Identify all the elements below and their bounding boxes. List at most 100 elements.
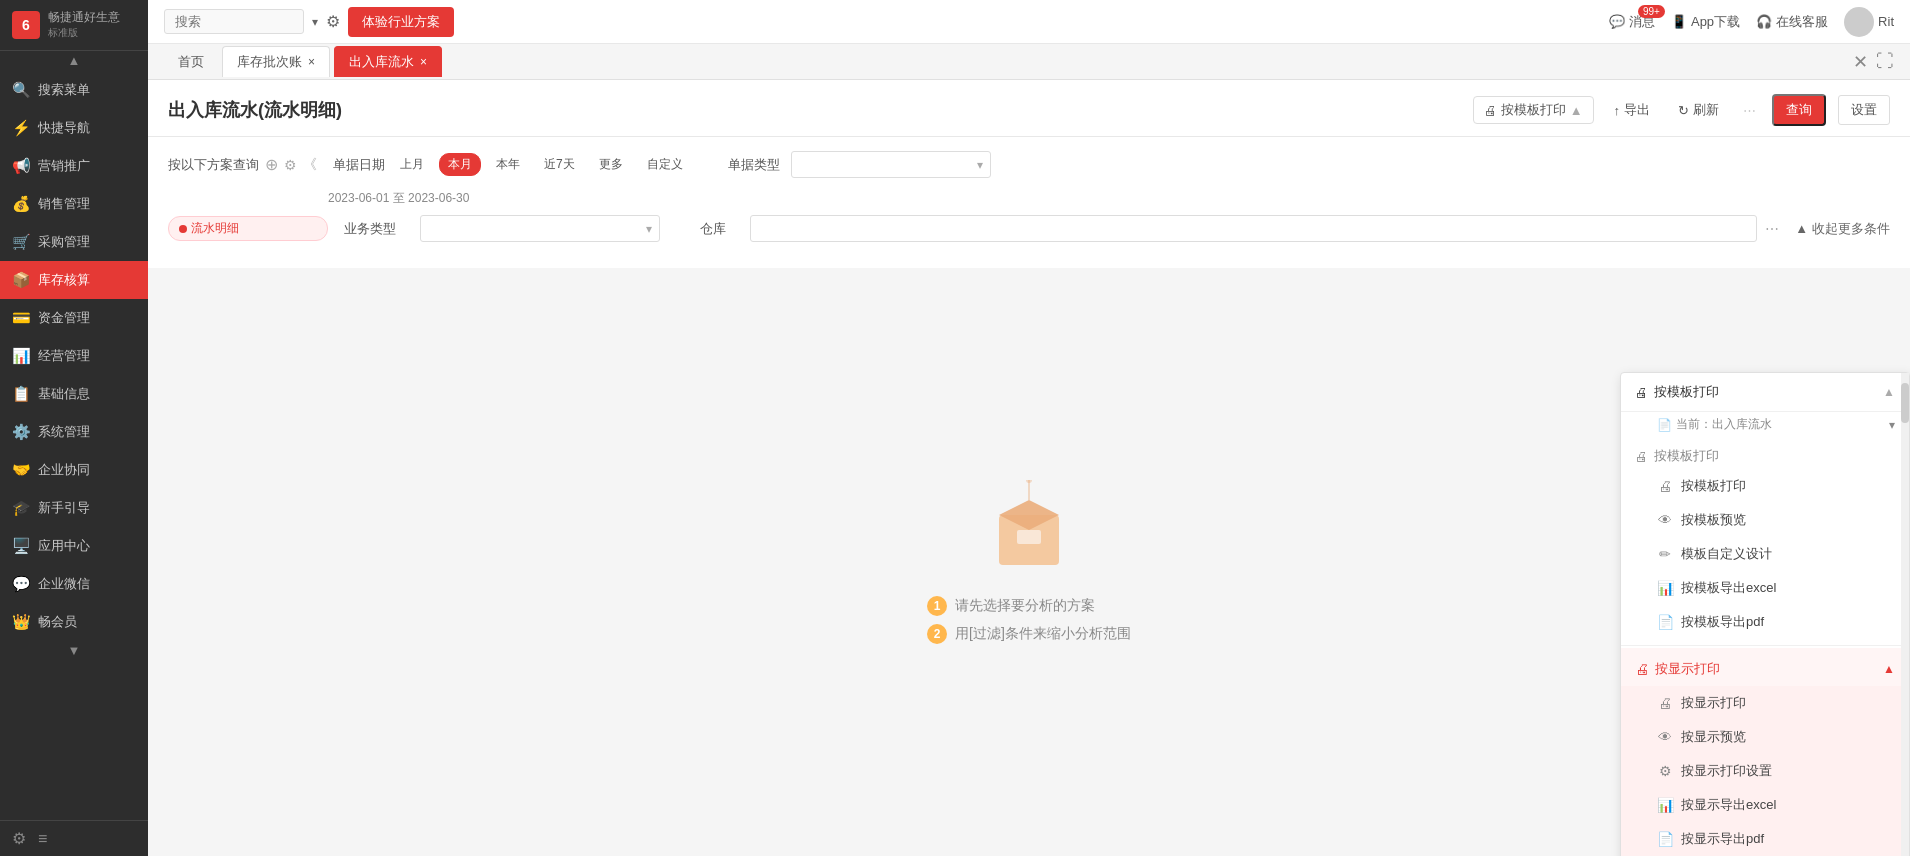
template-export-excel-item[interactable]: 📊 按模板导出excel	[1621, 571, 1909, 605]
doc-type-filter: 单据类型 ▾	[728, 151, 1890, 178]
template-export-pdf-item[interactable]: 📄 按模板导出pdf	[1621, 605, 1909, 639]
corp-icon: 🤝	[12, 461, 30, 479]
tab-batch-close-icon[interactable]: ×	[308, 55, 315, 69]
sidebar-scroll-down[interactable]: ▼	[0, 641, 148, 661]
inventory-icon: 📦	[12, 271, 30, 289]
bottom-menu-icon[interactable]: ≡	[38, 830, 47, 848]
user-avatar	[1844, 7, 1874, 37]
date-btn-this-month[interactable]: 本月	[439, 153, 481, 176]
app-download-button[interactable]: 📱 App下载	[1671, 13, 1740, 31]
sidebar-item-label: 基础信息	[38, 385, 90, 403]
trial-button[interactable]: 体验行业方案	[348, 7, 454, 37]
filter-collapse-icon[interactable]: 《	[303, 156, 317, 174]
date-btn-last-month[interactable]: 上月	[391, 152, 433, 177]
refresh-button[interactable]: ↻ 刷新	[1670, 97, 1727, 123]
sidebar-item-label: 系统管理	[38, 423, 90, 441]
sidebar-item-app-center[interactable]: 🖥️ 应用中心	[0, 527, 148, 565]
dropdown-collapse-icon[interactable]: ▲	[1883, 385, 1895, 399]
guide-icon: 🎓	[12, 499, 30, 517]
sidebar-item-inventory[interactable]: 📦 库存核算	[0, 261, 148, 299]
sidebar-item-purchase[interactable]: 🛒 采购管理	[0, 223, 148, 261]
sidebar-item-corp[interactable]: 🤝 企业协同	[0, 451, 148, 489]
page-actions: 🖨 按模板打印 ▲ ↑ 导出 ↻ 刷新 ⋯ 查询 设置	[1473, 94, 1890, 126]
filter-area: 按以下方案查询 ⊕ ⚙ 《 单据日期 上月 本月 本年 近7天 更多 自定义 单…	[148, 137, 1910, 268]
export-button[interactable]: ↑ 导出	[1606, 97, 1659, 123]
print-arrow-up-icon: ▲	[1570, 103, 1583, 118]
sidebar-item-sales[interactable]: 💰 销售管理	[0, 185, 148, 223]
page-title-row: 出入库流水(流水明细) 🖨 按模板打印 ▲ ↑ 导出 ↻ 刷新	[168, 94, 1890, 126]
tab-close-all-icon[interactable]: ✕	[1853, 51, 1868, 73]
date-btn-more[interactable]: 更多	[590, 152, 632, 177]
date-btn-this-year[interactable]: 本年	[487, 152, 529, 177]
print-template-button[interactable]: 🖨 按模板打印 ▲	[1473, 96, 1594, 124]
filter-add-icon[interactable]: ⊕	[265, 155, 278, 174]
collapse-button[interactable]: ▲ 收起更多条件	[1795, 220, 1890, 238]
template-preview-item[interactable]: 👁 按模板预览	[1621, 503, 1909, 537]
message-badge: 99+	[1638, 5, 1665, 18]
tab-bar-actions: ✕ ⛶	[1853, 51, 1894, 73]
topbar-search-input[interactable]	[164, 9, 304, 34]
empty-state-icon	[979, 480, 1079, 580]
print-dropdown-panel: 🖨 按模板打印 ▲ 📄 当前：出入库流水 ▾ 🖨 按	[1620, 372, 1910, 856]
sidebar-item-operations[interactable]: 📊 经营管理	[0, 337, 148, 375]
svg-point-4	[1026, 480, 1032, 483]
query-button[interactable]: 查询	[1772, 94, 1826, 126]
sidebar-item-wechat[interactable]: 💬 企业微信	[0, 565, 148, 603]
sidebar-item-system[interactable]: ⚙️ 系统管理	[0, 413, 148, 451]
sidebar-item-label: 资金管理	[38, 309, 90, 327]
filter-settings-icon[interactable]: ⚙	[284, 157, 297, 173]
display-print-item[interactable]: 🖨 按显示打印	[1621, 686, 1909, 720]
tab-batch[interactable]: 库存批次账 ×	[222, 46, 330, 77]
user-avatar-area[interactable]: Rit	[1844, 7, 1894, 37]
sidebar-item-finance[interactable]: 💳 资金管理	[0, 299, 148, 337]
tab-flow-close-icon[interactable]: ×	[420, 55, 427, 69]
display-export-excel-item[interactable]: 📊 按显示导出excel	[1621, 788, 1909, 822]
sidebar-item-label: 经营管理	[38, 347, 90, 365]
sidebar-scroll-up[interactable]: ▲	[0, 51, 148, 71]
display-export-pdf-item[interactable]: 📄 按显示导出pdf	[1621, 822, 1909, 856]
shortcuts-icon: ⚡	[12, 119, 30, 137]
date-btn-7days[interactable]: 近7天	[535, 152, 584, 177]
empty-hint-1: 1 请先选择要分析的方案	[927, 596, 1131, 616]
brand-edition: 标准版	[48, 26, 120, 40]
tab-flow[interactable]: 出入库流水 ×	[334, 46, 442, 77]
topbar-left: ▾ ⚙ 体验行业方案	[164, 7, 1599, 37]
template-custom-design-item[interactable]: ✏ 模板自定义设计	[1621, 537, 1909, 571]
template-preview-icon: 👁	[1657, 512, 1673, 528]
template-print-icon: 🖨	[1657, 478, 1673, 494]
warehouse-more-icon[interactable]: ⋯	[1765, 221, 1779, 237]
template-print-item[interactable]: 🖨 按模板打印	[1621, 469, 1909, 503]
tab-home[interactable]: 首页	[164, 47, 218, 77]
bottom-settings-icon[interactable]: ⚙	[12, 829, 26, 848]
tab-expand-icon[interactable]: ⛶	[1876, 51, 1894, 72]
dropdown-scrollbar-thumb[interactable]	[1901, 383, 1909, 423]
display-pdf-icon: 📄	[1657, 831, 1673, 847]
hint-num-2: 2	[927, 624, 947, 644]
sidebar-item-shortcuts[interactable]: ⚡ 快捷导航	[0, 109, 148, 147]
sidebar-item-basic[interactable]: 📋 基础信息	[0, 375, 148, 413]
display-preview-item[interactable]: 👁 按显示预览	[1621, 720, 1909, 754]
topbar-dropdown-icon[interactable]: ▾	[312, 15, 318, 29]
doc-type-select[interactable]	[791, 151, 991, 178]
current-arrow-icon: ▾	[1889, 418, 1895, 432]
warehouse-input[interactable]	[750, 215, 1757, 242]
display-section-header[interactable]: 🖨 按显示打印 ▲	[1621, 652, 1909, 686]
warehouse-label: 仓库	[700, 220, 726, 238]
filter-row-1: 按以下方案查询 ⊕ ⚙ 《 单据日期 上月 本月 本年 近7天 更多 自定义 单…	[168, 151, 1890, 178]
sidebar-item-marketing[interactable]: 📢 营销推广	[0, 147, 148, 185]
vip-icon: 👑	[12, 613, 30, 631]
business-type-select[interactable]	[420, 215, 660, 242]
display-print-settings-item[interactable]: ⚙ 按显示打印设置	[1621, 754, 1909, 788]
empty-hints: 1 请先选择要分析的方案 2 用[过滤]条件来缩小分析范围	[927, 596, 1131, 644]
settings-button[interactable]: 设置	[1838, 95, 1890, 125]
dropdown-scrollbar[interactable]	[1901, 373, 1909, 856]
sidebar-item-guide[interactable]: 🎓 新手引导	[0, 489, 148, 527]
filter-tag[interactable]: 流水明细	[168, 216, 328, 241]
sidebar-item-search[interactable]: 🔍 搜索菜单	[0, 71, 148, 109]
online-service-button[interactable]: 🎧 在线客服	[1756, 13, 1828, 31]
topbar-settings-icon[interactable]: ⚙	[326, 12, 340, 31]
current-template-label: 📄 当前：出入库流水 ▾	[1621, 412, 1909, 437]
message-button[interactable]: 💬 消息 99+	[1609, 13, 1655, 31]
date-btn-custom[interactable]: 自定义	[638, 152, 692, 177]
sidebar-item-vip[interactable]: 👑 畅会员	[0, 603, 148, 641]
